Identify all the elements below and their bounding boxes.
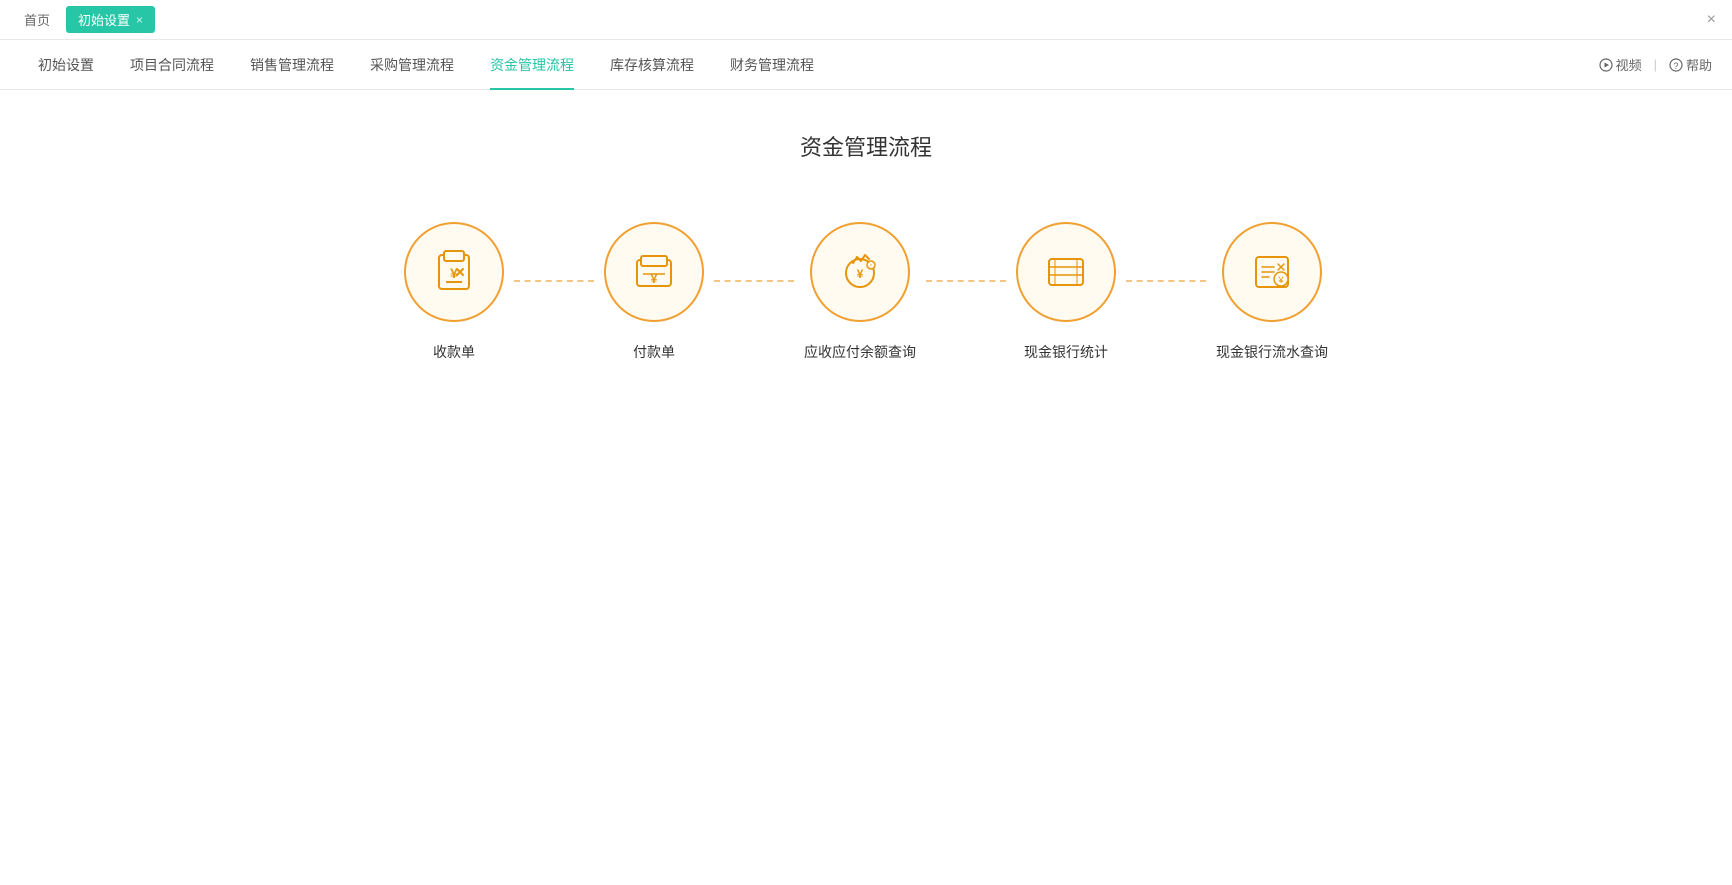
receipt-icon: ¥ bbox=[429, 247, 479, 297]
flow-item-payment[interactable]: ¥ 付款单 bbox=[604, 222, 704, 362]
svg-text:?: ? bbox=[1673, 61, 1678, 71]
connector-1 bbox=[504, 280, 604, 304]
active-tab-label: 初始设置 bbox=[78, 10, 130, 29]
flow-item-cash-bank-stats[interactable]: 现金银行统计 bbox=[1016, 222, 1116, 362]
play-circle-icon bbox=[1599, 58, 1613, 72]
active-tab[interactable]: 初始设置 × bbox=[66, 6, 155, 33]
help-circle-icon: ? bbox=[1669, 58, 1683, 72]
nav-divider: | bbox=[1654, 57, 1657, 72]
flow-item-receipt[interactable]: ¥ 收款单 bbox=[404, 222, 504, 362]
balance-query-icon-circle: ¥ ↑ bbox=[810, 222, 910, 322]
balance-query-icon: ¥ ↑ bbox=[835, 247, 885, 297]
nav-item-inventory[interactable]: 库存核算流程 bbox=[592, 40, 712, 90]
connector-2 bbox=[704, 280, 804, 304]
cash-bank-stats-label: 现金银行统计 bbox=[1024, 342, 1108, 362]
svg-text:¥: ¥ bbox=[651, 272, 658, 286]
main-content: 资金管理流程 ¥ 收款单 bbox=[0, 90, 1732, 885]
nav-right: 视频 | ? 帮助 bbox=[1599, 55, 1712, 74]
cash-bank-flow-label: 现金银行流水查询 bbox=[1216, 342, 1328, 362]
tab-close-icon[interactable]: × bbox=[136, 13, 143, 27]
nav-item-finance-mgmt[interactable]: 财务管理流程 bbox=[712, 40, 832, 90]
nav-item-purchase-mgmt[interactable]: 采购管理流程 bbox=[352, 40, 472, 90]
nav-item-fund-mgmt[interactable]: 资金管理流程 bbox=[472, 40, 592, 90]
top-bar: 首页 初始设置 × × bbox=[0, 0, 1732, 40]
cash-bank-stats-icon-circle bbox=[1016, 222, 1116, 322]
video-link[interactable]: 视频 bbox=[1599, 55, 1642, 74]
nav-bar: 初始设置 项目合同流程 销售管理流程 采购管理流程 资金管理流程 库存核算流程 … bbox=[0, 40, 1732, 90]
flow-item-cash-bank-flow[interactable]: ¥ 现金银行流水查询 bbox=[1216, 222, 1328, 362]
payment-icon-circle: ¥ bbox=[604, 222, 704, 322]
top-bar-right: × bbox=[1707, 11, 1716, 29]
flow-container: ¥ 收款单 ¥ 付款单 bbox=[20, 222, 1712, 362]
connector-3 bbox=[916, 280, 1016, 304]
nav-item-initial-setup[interactable]: 初始设置 bbox=[20, 40, 112, 90]
cash-bank-flow-icon: ¥ bbox=[1247, 247, 1297, 297]
cash-bank-stats-icon bbox=[1041, 247, 1091, 297]
payment-label: 付款单 bbox=[633, 342, 675, 362]
svg-text:↑: ↑ bbox=[869, 263, 873, 270]
svg-text:¥: ¥ bbox=[450, 265, 458, 281]
page-title: 资金管理流程 bbox=[20, 130, 1712, 162]
nav-item-sales-mgmt[interactable]: 销售管理流程 bbox=[232, 40, 352, 90]
svg-text:¥: ¥ bbox=[857, 267, 864, 281]
svg-text:¥: ¥ bbox=[1277, 275, 1284, 285]
receipt-icon-circle: ¥ bbox=[404, 222, 504, 322]
payment-icon: ¥ bbox=[629, 247, 679, 297]
receipt-label: 收款单 bbox=[433, 342, 475, 362]
help-link[interactable]: ? 帮助 bbox=[1669, 55, 1712, 74]
nav-item-project-contract[interactable]: 项目合同流程 bbox=[112, 40, 232, 90]
window-close-button[interactable]: × bbox=[1707, 11, 1716, 29]
connector-4 bbox=[1116, 280, 1216, 304]
home-link[interactable]: 首页 bbox=[16, 10, 58, 29]
balance-query-label: 应收应付余额查询 bbox=[804, 342, 916, 362]
cash-bank-flow-icon-circle: ¥ bbox=[1222, 222, 1322, 322]
flow-item-balance-query[interactable]: ¥ ↑ 应收应付余额查询 bbox=[804, 222, 916, 362]
